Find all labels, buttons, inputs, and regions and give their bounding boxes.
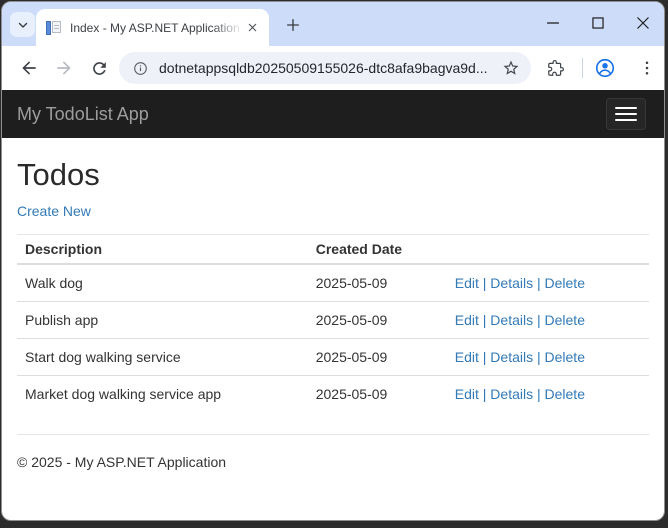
forward-button[interactable] [46, 50, 82, 86]
window-close-button[interactable] [622, 2, 664, 44]
cell-created-date: 2025-05-09 [308, 302, 447, 339]
details-link[interactable]: Details [490, 275, 533, 291]
create-new-link[interactable]: Create New [17, 203, 91, 219]
todos-table: Description Created Date Walk dog 2025-0… [17, 234, 649, 412]
cell-actions: Edit | Details | Delete [447, 302, 649, 339]
browser-window: Index - My ASP.NET Application [1, 1, 665, 521]
delete-link[interactable]: Delete [545, 275, 585, 291]
header-created-date: Created Date [308, 235, 447, 265]
cell-description: Market dog walking service app [17, 376, 308, 413]
action-separator: | [483, 312, 487, 328]
site-info-button[interactable] [131, 60, 149, 77]
minimize-icon [542, 12, 564, 34]
action-separator: | [483, 386, 487, 402]
maximize-icon [587, 12, 609, 34]
navbar-hamburger-button[interactable] [606, 98, 646, 130]
new-tab-button[interactable] [280, 12, 305, 37]
cell-description: Start dog walking service [17, 339, 308, 376]
delete-link[interactable]: Delete [545, 312, 585, 328]
extensions-button[interactable] [537, 50, 573, 86]
tab-title: Index - My ASP.NET Application [70, 21, 243, 35]
aspnet-favicon-icon [46, 20, 62, 36]
footer-divider [17, 434, 649, 435]
cell-created-date: 2025-05-09 [308, 264, 447, 302]
reload-button[interactable] [81, 50, 117, 86]
details-link[interactable]: Details [490, 312, 533, 328]
action-separator: | [483, 349, 487, 365]
edit-link[interactable]: Edit [455, 275, 479, 291]
address-bar[interactable]: dotnetappsqldb20250509155026-dtc8afa9bag… [119, 52, 531, 84]
table-row: Walk dog 2025-05-09 Edit | Details | Del… [17, 264, 649, 302]
tab-close-button[interactable] [243, 19, 261, 37]
edit-link[interactable]: Edit [455, 386, 479, 402]
bookmark-button[interactable] [501, 59, 521, 77]
profile-avatar-icon [594, 57, 616, 79]
navbar-brand-link[interactable]: My TodoList App [17, 104, 149, 125]
footer-text: © 2025 - My ASP.NET Application [17, 454, 649, 470]
cell-created-date: 2025-05-09 [308, 339, 447, 376]
delete-link[interactable]: Delete [545, 386, 585, 402]
action-separator: | [537, 275, 541, 291]
cell-actions: Edit | Details | Delete [447, 339, 649, 376]
close-icon [632, 12, 654, 34]
edit-link[interactable]: Edit [455, 349, 479, 365]
puzzle-icon [546, 59, 565, 78]
header-actions [447, 235, 649, 265]
reload-icon [90, 59, 109, 78]
star-icon [502, 59, 520, 77]
site-footer: © 2025 - My ASP.NET Application [17, 454, 649, 470]
action-separator: | [537, 386, 541, 402]
window-minimize-button[interactable] [532, 2, 574, 44]
browser-menu-button[interactable] [629, 50, 665, 86]
chevron-down-icon [16, 18, 30, 32]
profile-button[interactable] [587, 50, 623, 86]
table-header-row: Description Created Date [17, 235, 649, 265]
forward-arrow-icon [54, 58, 74, 78]
page-title: Todos [17, 157, 649, 193]
close-icon [247, 22, 258, 33]
browser-tab[interactable]: Index - My ASP.NET Application [36, 9, 269, 46]
details-link[interactable]: Details [490, 386, 533, 402]
cell-actions: Edit | Details | Delete [447, 264, 649, 302]
action-separator: | [537, 312, 541, 328]
delete-link[interactable]: Delete [545, 349, 585, 365]
plus-icon [285, 17, 301, 33]
info-icon [132, 60, 149, 77]
table-row: Publish app 2025-05-09 Edit | Details | … [17, 302, 649, 339]
details-link[interactable]: Details [490, 349, 533, 365]
cell-description: Walk dog [17, 264, 308, 302]
desktop-background: Index - My ASP.NET Application [0, 0, 668, 528]
table-row: Market dog walking service app 2025-05-0… [17, 376, 649, 413]
url-text: dotnetappsqldb20250509155026-dtc8afa9bag… [159, 60, 501, 76]
back-button[interactable] [11, 50, 47, 86]
action-separator: | [537, 349, 541, 365]
page-content: Todos Create New Description Created Dat… [2, 157, 664, 470]
window-maximize-button[interactable] [577, 2, 619, 44]
tab-search-button[interactable] [10, 12, 35, 37]
three-dots-icon [638, 59, 656, 77]
edit-link[interactable]: Edit [455, 312, 479, 328]
table-row: Start dog walking service 2025-05-09 Edi… [17, 339, 649, 376]
cell-created-date: 2025-05-09 [308, 376, 447, 413]
browser-toolbar: dotnetappsqldb20250509155026-dtc8afa9bag… [2, 46, 664, 90]
toolbar-divider [582, 58, 583, 78]
cell-description: Publish app [17, 302, 308, 339]
cell-actions: Edit | Details | Delete [447, 376, 649, 413]
site-navbar: My TodoList App [2, 90, 664, 138]
back-arrow-icon [19, 58, 39, 78]
tab-strip: Index - My ASP.NET Application [2, 2, 664, 46]
action-separator: | [483, 275, 487, 291]
header-description: Description [17, 235, 308, 265]
